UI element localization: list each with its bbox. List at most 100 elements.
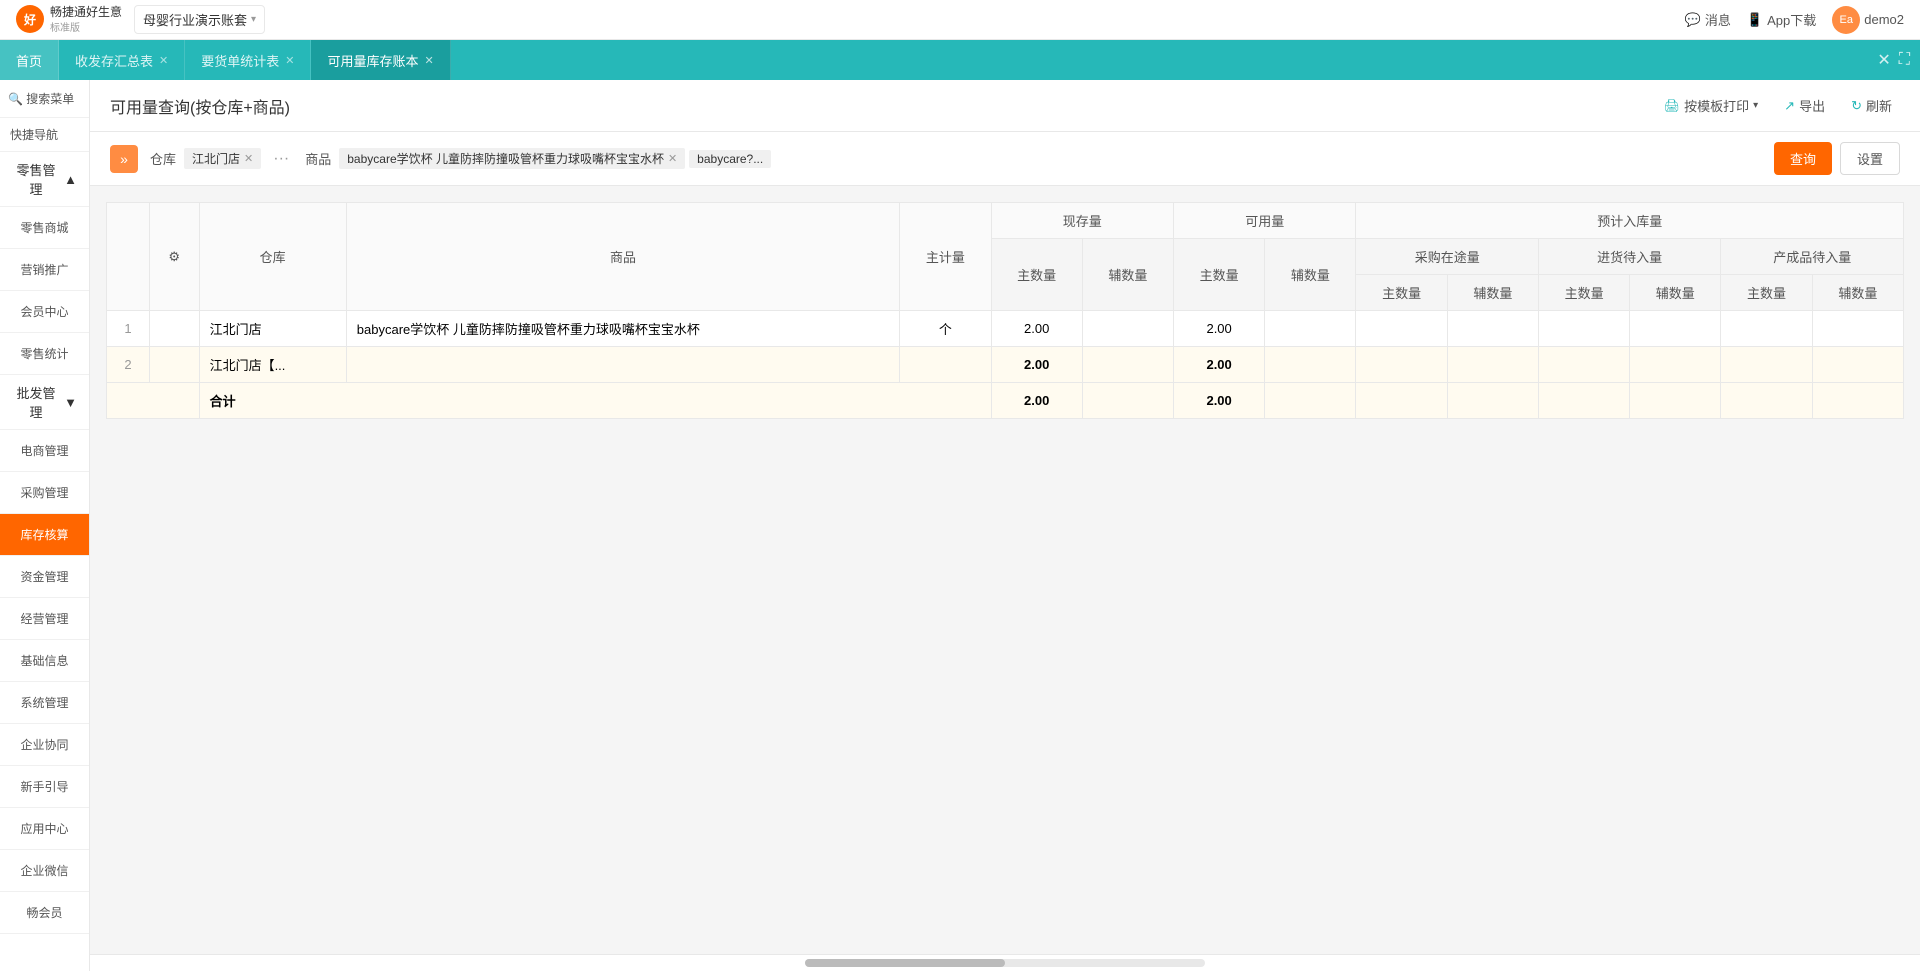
product-filter-group: 商品 babycare学饮杯 儿童防摔防撞吸管杯重力球吸嘴杯宝宝水杯 ✕ bab… xyxy=(305,148,771,169)
product-tag-text-1: babycare?... xyxy=(697,152,763,166)
row1-produce-main xyxy=(1721,311,1812,347)
product-tag-1: babycare?... xyxy=(689,150,771,168)
sidebar-item-xitong[interactable]: 系统管理 xyxy=(0,682,89,724)
message-btn[interactable]: 💬 消息 xyxy=(1685,10,1731,29)
refresh-label: 刷新 xyxy=(1866,96,1892,115)
print-icon: 🖨 xyxy=(1664,98,1681,114)
tab-home[interactable]: 首页 xyxy=(0,40,59,80)
tab-keyongliang[interactable]: 可用量库存账本 ✕ xyxy=(311,40,450,80)
th-purchase-sub: 采购在途量 xyxy=(1356,239,1538,275)
scroll-bar-container[interactable] xyxy=(805,959,1205,967)
content-area: 可用量查询(按仓库+商品) 🖨 按模板打印 ▾ ↗ 导出 ↻ 刷新 xyxy=(90,80,1920,971)
sidebar-item-yingyong[interactable]: 应用中心 xyxy=(0,808,89,850)
row2-num: 2 xyxy=(107,347,150,383)
page-actions: 🖨 按模板打印 ▾ ↗ 导出 ↻ 刷新 xyxy=(1656,92,1900,119)
company-dropdown-arrow: ▾ xyxy=(251,14,256,25)
tab-yaohuo[interactable]: 要货单统计表 ✕ xyxy=(185,40,311,80)
warehouse-filter-more[interactable]: ··· xyxy=(269,150,293,168)
summary-incoming-aux xyxy=(1630,383,1721,419)
top-bar: 好 畅捷通好生意 标准版 母婴行业演示账套 ▾ 💬 消息 📱 App下载 Ea … xyxy=(0,0,1920,40)
row1-produce-aux xyxy=(1812,311,1903,347)
filter-toggle-icon: » xyxy=(120,151,128,167)
company-name: 母婴行业演示账套 xyxy=(143,10,247,29)
sidebar-item-caigou-label: 采购管理 xyxy=(20,484,68,501)
th-avail-main: 主数量 xyxy=(1174,239,1265,311)
table-container: ⚙ 仓库 商品 主计量 现存量 可用量 预计入库量 主数量 辅数量 主数量 辅数… xyxy=(90,186,1920,954)
warehouse-filter-group: 仓库 江北门店 ✕ ··· xyxy=(150,148,293,169)
settings-btn[interactable]: 设置 xyxy=(1840,142,1900,175)
row2-unit xyxy=(900,347,991,383)
table-row: 1 江北门店 babycare学饮杯 儿童防摔防撞吸管杯重力球吸嘴杯宝宝水杯 个… xyxy=(107,311,1904,347)
th-plan-in-group: 预计入库量 xyxy=(1356,203,1904,239)
user-area[interactable]: Ea demo2 xyxy=(1832,6,1904,34)
warehouse-tag-remove[interactable]: ✕ xyxy=(244,152,253,165)
query-btn[interactable]: 查询 xyxy=(1774,142,1832,175)
page-title: 可用量查询(按仓库+商品) xyxy=(110,94,290,118)
product-tag-0-remove[interactable]: ✕ xyxy=(668,152,677,165)
sidebar-item-pifaguanli[interactable]: 批发管理 ▼ xyxy=(0,375,89,430)
app-download-btn[interactable]: 📱 App下载 xyxy=(1747,10,1816,29)
tab-yaohuo-close[interactable]: ✕ xyxy=(285,54,294,67)
close-all-tabs-btn[interactable]: ✕ xyxy=(1877,50,1890,70)
tab-shoufacun-close[interactable]: ✕ xyxy=(159,54,168,67)
th-avail-aux: 辅数量 xyxy=(1265,239,1356,311)
export-btn[interactable]: ↗ 导出 xyxy=(1776,92,1833,119)
filter-toggle-btn[interactable]: » xyxy=(110,145,138,173)
fullscreen-btn[interactable]: ⛶ xyxy=(1899,51,1910,69)
sidebar-item-huiyuan-label: 会员中心 xyxy=(20,303,68,320)
tab-keyongliang-close[interactable]: ✕ xyxy=(425,54,434,67)
sidebar-item-jichu-label: 基础信息 xyxy=(20,652,68,669)
tab-home-label: 首页 xyxy=(16,51,42,70)
logo-area: 好 畅捷通好生意 标准版 xyxy=(16,5,122,34)
filter-area: » 仓库 江北门店 ✕ ··· 商品 babycare学饮杯 儿童防摔防撞吸管杯… xyxy=(90,132,1920,186)
row1-gear xyxy=(149,311,199,347)
summary-avail-main: 2.00 xyxy=(1174,383,1265,419)
row1-num: 1 xyxy=(107,311,150,347)
sidebar-item-huiyuan[interactable]: 会员中心 xyxy=(0,291,89,333)
th-rownum xyxy=(107,203,150,311)
warehouse-filter-label: 仓库 xyxy=(150,149,176,168)
page-header: 可用量查询(按仓库+商品) 🖨 按模板打印 ▾ ↗ 导出 ↻ 刷新 xyxy=(90,80,1920,132)
print-btn[interactable]: 🖨 按模板打印 ▾ xyxy=(1656,92,1767,119)
th-stock-main: 主数量 xyxy=(991,239,1082,311)
sidebar-item-qiye[interactable]: 企业协同 xyxy=(0,724,89,766)
row2-produce-aux xyxy=(1812,347,1903,383)
refresh-btn[interactable]: ↻ 刷新 xyxy=(1843,92,1900,119)
summary-row: 合计 2.00 2.00 xyxy=(107,383,1904,419)
product-filter-label: 商品 xyxy=(305,149,331,168)
scroll-bar-thumb[interactable] xyxy=(805,959,1005,967)
logo-text: 畅捷通好生意 xyxy=(50,5,122,19)
sidebar-item-jingying[interactable]: 经营管理 xyxy=(0,598,89,640)
sidebar-item-kucun[interactable]: 库存核算 xyxy=(0,514,89,556)
summary-stock-aux xyxy=(1082,383,1173,419)
company-selector[interactable]: 母婴行业演示账套 ▾ xyxy=(134,5,265,34)
tab-yaohuo-label: 要货单统计表 xyxy=(201,51,279,70)
sidebar-item-lingxiao[interactable]: 零售管理 ▲ xyxy=(0,152,89,207)
sidebar-item-caigou[interactable]: 采购管理 xyxy=(0,472,89,514)
sidebar-item-lingxiaotongji[interactable]: 零售统计 xyxy=(0,333,89,375)
sidebar-item-xinshou-label: 新手引导 xyxy=(20,778,68,795)
th-produce-sub: 产成品待入量 xyxy=(1721,239,1904,275)
tab-shoufacun[interactable]: 收发存汇总表 ✕ xyxy=(59,40,185,80)
table-row: 2 江北门店【... 2.00 2.00 xyxy=(107,347,1904,383)
sidebar-item-qiyeweixin[interactable]: 企业微信 xyxy=(0,850,89,892)
sidebar-item-jichu[interactable]: 基础信息 xyxy=(0,640,89,682)
row2-incoming-main xyxy=(1538,347,1629,383)
top-bar-left: 好 畅捷通好生意 标准版 母婴行业演示账套 ▾ xyxy=(16,5,265,34)
logo-text-area: 畅捷通好生意 标准版 xyxy=(50,5,122,34)
row2-purchase-main xyxy=(1356,347,1447,383)
sidebar-item-lingxiaoshangcheng[interactable]: 零售商城 xyxy=(0,207,89,249)
message-icon: 💬 xyxy=(1685,12,1701,28)
sidebar-item-yingxiao[interactable]: 营销推广 xyxy=(0,249,89,291)
sidebar-item-changhui[interactable]: 畅会员 xyxy=(0,892,89,934)
sidebar-search[interactable]: 🔍 搜索菜单 xyxy=(0,80,89,118)
summary-label: 合计 xyxy=(199,383,991,419)
sidebar-item-zijin[interactable]: 资金管理 xyxy=(0,556,89,598)
sidebar-item-dianshang-label: 电商管理 xyxy=(20,442,68,459)
sidebar-item-xinshou[interactable]: 新手引导 xyxy=(0,766,89,808)
row2-avail-aux xyxy=(1265,347,1356,383)
sidebar-item-dianshang[interactable]: 电商管理 xyxy=(0,430,89,472)
sidebar-quick-nav[interactable]: 快捷导航 xyxy=(0,118,89,152)
summary-produce-main xyxy=(1721,383,1812,419)
th-warehouse: 仓库 xyxy=(199,203,346,311)
